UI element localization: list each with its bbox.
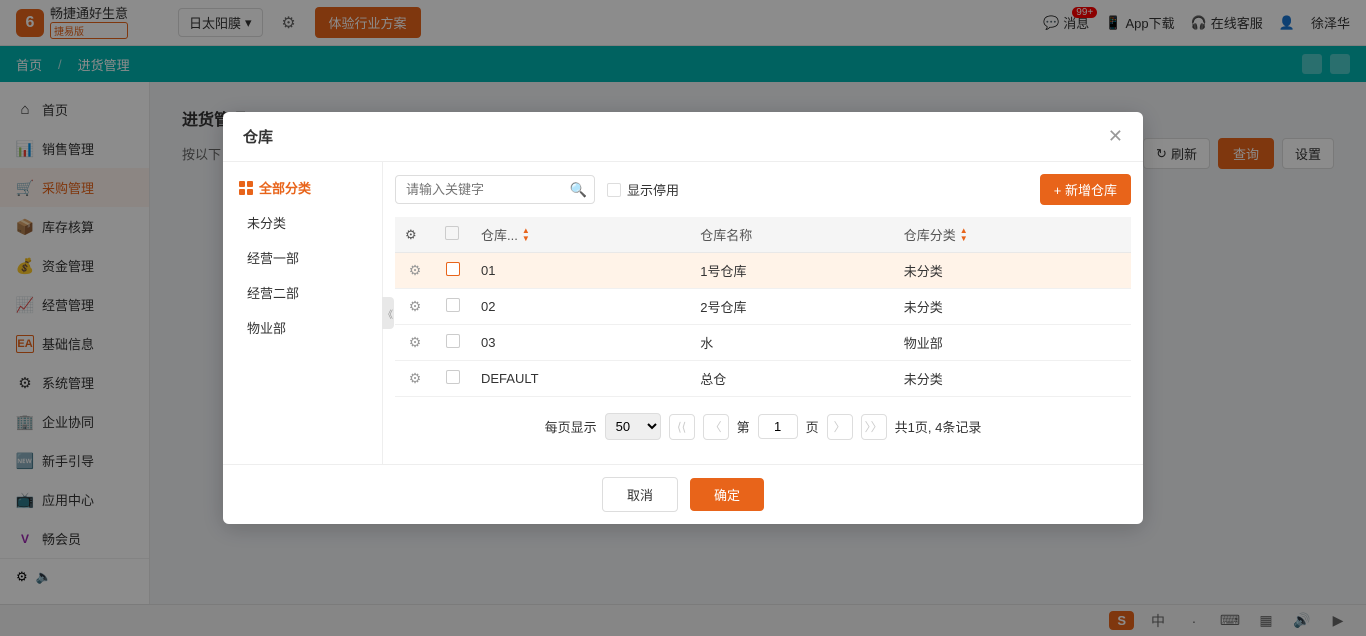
row-gear-icon[interactable]: ⚙ (409, 298, 422, 314)
tree-item-ops2[interactable]: 经营二部 (223, 275, 382, 310)
warehouse-table: ⚙ 仓库... ▲▼ 仓库名称 (395, 217, 1131, 397)
modal-footer: 取消 确定 (223, 464, 1143, 524)
modal-close-button[interactable]: ✕ (1108, 126, 1123, 147)
row-checkbox[interactable] (446, 370, 460, 384)
total-label: 共1页, 4条记录 (895, 417, 982, 436)
table-container: ⚙ 仓库... ▲▼ 仓库名称 (395, 217, 1131, 397)
row-category: 未分类 (894, 253, 1131, 289)
prev-page-button[interactable]: 〈 (703, 414, 729, 440)
tree-collapse-button[interactable]: 《 (382, 297, 394, 329)
table-row[interactable]: ⚙ 02 2号仓库 未分类 (395, 289, 1131, 325)
page-prefix-label: 第 (737, 417, 750, 436)
warehouse-list-panel: 🔍 显示停用 + 新增仓库 ⚙ (383, 162, 1143, 464)
table-row[interactable]: ⚙ 01 1号仓库 未分类 (395, 253, 1131, 289)
modal-overlay: 仓库 ✕ 全部分类 未分类 经营一部 经营二部 物业部 《 (0, 0, 1366, 636)
table-row[interactable]: ⚙ DEFAULT 总仓 未分类 (395, 361, 1131, 397)
page-suffix-label: 页 (806, 417, 819, 436)
col-header-name: 仓库名称 (690, 217, 894, 253)
code-sort-icon[interactable]: ▲▼ (522, 227, 530, 243)
table-header: ⚙ 仓库... ▲▼ 仓库名称 (395, 217, 1131, 253)
row-gear-icon[interactable]: ⚙ (409, 334, 422, 350)
row-code: 02 (471, 289, 690, 325)
next-page-button[interactable]: 〉 (827, 414, 853, 440)
category-sort-icon[interactable]: ▲▼ (960, 227, 968, 243)
all-categories-label: 全部分类 (259, 178, 311, 197)
row-gear-icon[interactable]: ⚙ (409, 370, 422, 386)
col-header-code: 仓库... ▲▼ (471, 217, 690, 253)
table-row[interactable]: ⚙ 03 水 物业部 (395, 325, 1131, 361)
row-category: 未分类 (894, 361, 1131, 397)
tree-item-ops1[interactable]: 经营一部 (223, 240, 382, 275)
first-page-button[interactable]: ⟨⟨ (669, 414, 695, 440)
row-code: 03 (471, 325, 690, 361)
row-category: 未分类 (894, 289, 1131, 325)
search-input[interactable] (395, 175, 595, 204)
tree-item-uncategorized[interactable]: 未分类 (223, 205, 382, 240)
cancel-button[interactable]: 取消 (602, 477, 678, 512)
confirm-button[interactable]: 确定 (690, 478, 764, 511)
pagination: 每页显示 50 10 20 100 ⟨⟨ 〈 第 页 〉 〉〉 共1页, 4条记… (395, 401, 1131, 452)
row-checkbox[interactable] (446, 298, 460, 312)
table-body: ⚙ 01 1号仓库 未分类 ⚙ 02 2号仓库 (395, 253, 1131, 397)
modal-header: 仓库 ✕ (223, 112, 1143, 162)
row-name: 2号仓库 (690, 289, 894, 325)
show-disabled-label: 显示停用 (627, 180, 679, 199)
show-disabled-toggle[interactable]: 显示停用 (607, 180, 679, 199)
col-header-gear: ⚙ (395, 217, 435, 253)
row-name: 总仓 (690, 361, 894, 397)
last-page-button[interactable]: 〉〉 (861, 414, 887, 440)
per-page-label: 每页显示 (545, 417, 597, 436)
search-icon[interactable]: 🔍 (570, 181, 587, 198)
row-gear-icon[interactable]: ⚙ (409, 262, 422, 278)
add-warehouse-button[interactable]: + 新增仓库 (1040, 174, 1131, 205)
select-all-checkbox[interactable] (445, 226, 459, 240)
col-header-category: 仓库分类 ▲▼ (894, 217, 1131, 253)
row-code: DEFAULT (471, 361, 690, 397)
category-tree-panel: 全部分类 未分类 经营一部 经营二部 物业部 《 (223, 162, 383, 464)
modal-title: 仓库 (243, 126, 273, 147)
col-header-check (435, 217, 471, 253)
modal-body: 全部分类 未分类 经营一部 经营二部 物业部 《 🔍 (223, 162, 1143, 464)
row-checkbox[interactable] (446, 262, 460, 276)
grid-icon (239, 181, 253, 195)
row-checkbox[interactable] (446, 334, 460, 348)
tree-item-property[interactable]: 物业部 (223, 310, 382, 345)
search-wrap: 🔍 (395, 175, 595, 204)
warehouse-modal: 仓库 ✕ 全部分类 未分类 经营一部 经营二部 物业部 《 (223, 112, 1143, 524)
show-disabled-checkbox[interactable] (607, 183, 621, 197)
row-name: 水 (690, 325, 894, 361)
row-name: 1号仓库 (690, 253, 894, 289)
page-number-input[interactable] (758, 414, 798, 439)
row-code: 01 (471, 253, 690, 289)
all-categories-item[interactable]: 全部分类 (223, 170, 382, 205)
row-category: 物业部 (894, 325, 1131, 361)
warehouse-toolbar: 🔍 显示停用 + 新增仓库 (395, 174, 1131, 205)
per-page-select[interactable]: 50 10 20 100 (605, 413, 661, 440)
